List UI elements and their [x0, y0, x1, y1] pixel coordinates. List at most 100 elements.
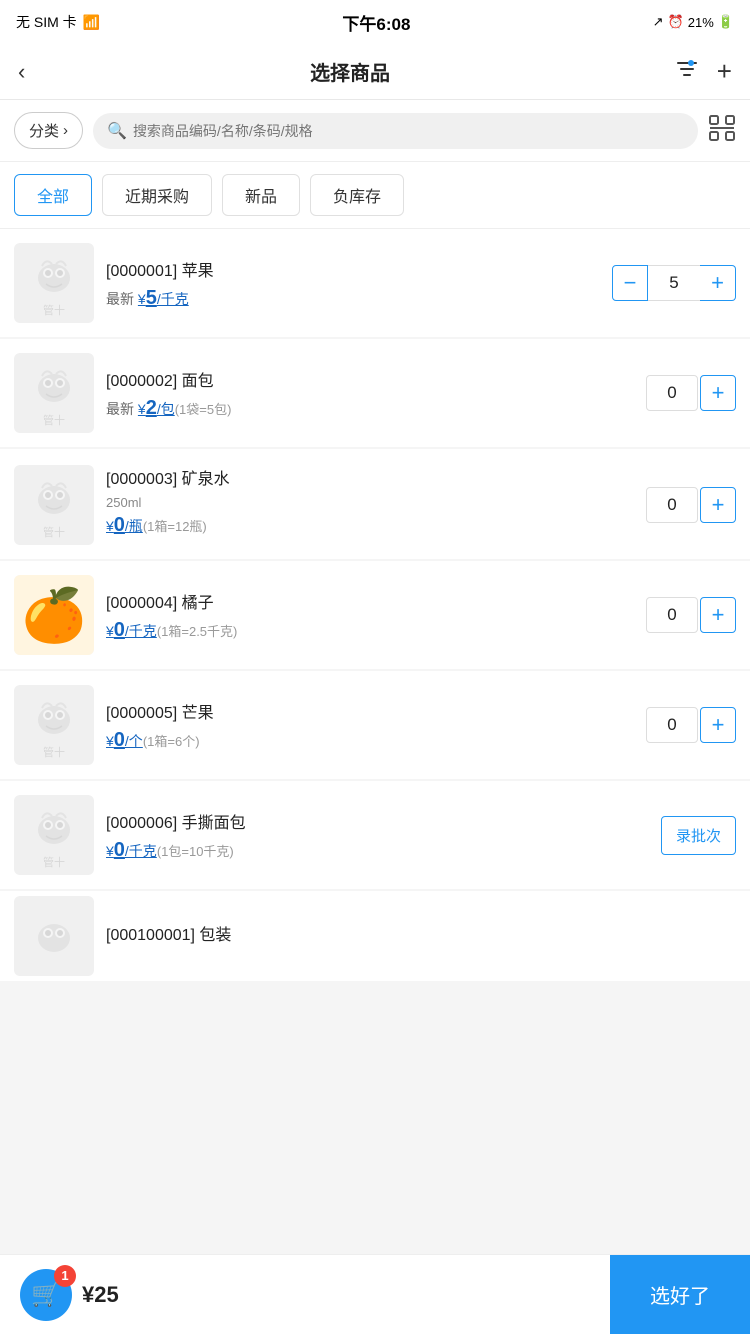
- price-value: 0: [114, 514, 125, 536]
- price-label: 最新: [106, 291, 138, 307]
- qty-input[interactable]: [646, 707, 698, 743]
- product-list: 管十 [0000001] 苹果 最新 ¥5/千克 − +: [0, 229, 750, 981]
- product-price: ¥0/个(1箱=6个): [106, 729, 634, 752]
- product-spec: 250ml: [106, 495, 634, 510]
- status-left: 无 SIM 卡 📶: [16, 12, 100, 32]
- search-input[interactable]: [133, 123, 684, 139]
- increase-button[interactable]: +: [700, 265, 736, 301]
- status-right: ↗ ⏰ 21% 🔋: [653, 14, 734, 30]
- product-image-0000006: 管十: [14, 795, 94, 875]
- product-price: ¥0/千克(1箱=2.5千克): [106, 619, 634, 642]
- product-info-0000004: [0000004] 橘子 ¥0/千克(1箱=2.5千克): [106, 589, 634, 642]
- product-image-0000003: 管十: [14, 465, 94, 545]
- product-name: [0000004] 橘子: [106, 589, 634, 613]
- product-item: 🍊 [0000004] 橘子 ¥0/千克(1箱=2.5千克) +: [0, 561, 750, 669]
- product-info-0000002: [0000002] 面包 最新 ¥2/包(1袋=5包): [106, 367, 634, 420]
- product-price: 最新 ¥5/千克: [106, 287, 600, 310]
- category-button[interactable]: 分类 ›: [14, 112, 83, 149]
- product-info-0000001: [0000001] 苹果 最新 ¥5/千克: [106, 257, 600, 310]
- cart-total: ¥25: [82, 1282, 119, 1308]
- search-icon: 🔍: [107, 121, 127, 141]
- qty-control-0000001: − +: [612, 265, 736, 301]
- product-info-partial: [000100001] 包装: [106, 921, 736, 951]
- scan-icon[interactable]: [708, 114, 736, 148]
- add-button[interactable]: +: [717, 56, 732, 87]
- batch-button[interactable]: 录批次: [661, 816, 736, 855]
- product-image-0000002: 管十: [14, 353, 94, 433]
- product-image-0000004: 🍊: [14, 575, 94, 655]
- product-image-0000005: 管十: [14, 685, 94, 765]
- back-button[interactable]: ‹: [18, 59, 25, 85]
- bottom-bar: 🛒 1 ¥25 选好了: [0, 1254, 750, 1334]
- confirm-button[interactable]: 选好了: [610, 1255, 750, 1334]
- qty-control-0000005: +: [646, 707, 736, 743]
- product-info-0000005: [0000005] 芒果 ¥0/个(1箱=6个): [106, 699, 634, 752]
- product-item: [000100001] 包装: [0, 891, 750, 981]
- decrease-button[interactable]: −: [612, 265, 648, 301]
- product-price: ¥0/千克(1包=10千克): [106, 839, 649, 862]
- filter-row: 分类 › 🔍: [0, 100, 750, 162]
- product-name: [0000001] 苹果: [106, 257, 600, 281]
- status-bar: 无 SIM 卡 📶 下午6:08 ↗ ⏰ 21% 🔋: [0, 0, 750, 44]
- product-info-0000003: [0000003] 矿泉水 250ml ¥0/瓶(1箱=12瓶): [106, 465, 634, 537]
- placeholder-image: 管十: [30, 358, 78, 429]
- carrier-text: 无 SIM 卡: [16, 12, 77, 32]
- qty-input[interactable]: [646, 375, 698, 411]
- increase-button[interactable]: +: [700, 375, 736, 411]
- nav-bar: ‹ 选择商品 +: [0, 44, 750, 100]
- product-name: [000100001] 包装: [106, 921, 736, 945]
- orange-image: 🍊: [22, 585, 87, 646]
- product-price: ¥0/瓶(1箱=12瓶): [106, 514, 634, 537]
- tab-recent[interactable]: 近期采购: [102, 174, 212, 216]
- qty-control-0000003: +: [646, 487, 736, 523]
- battery-icon: 🔋: [718, 14, 734, 30]
- price-symbol: ¥: [138, 291, 146, 307]
- increase-button[interactable]: +: [700, 707, 736, 743]
- placeholder-image: 管十: [30, 800, 78, 871]
- search-box: 🔍: [93, 113, 698, 149]
- qty-control-0000002: +: [646, 375, 736, 411]
- qty-control-0000004: +: [646, 597, 736, 633]
- category-label: 分类: [29, 120, 59, 141]
- tabs-row: 全部 近期采购 新品 负库存: [0, 162, 750, 229]
- tab-new[interactable]: 新品: [222, 174, 300, 216]
- price-unit: /千克: [157, 291, 189, 307]
- alarm-icon: ⏰: [668, 14, 684, 30]
- increase-button[interactable]: +: [700, 487, 736, 523]
- qty-control-0000006: 录批次: [661, 816, 736, 855]
- page-title: 选择商品: [310, 57, 390, 86]
- battery-text: 21%: [688, 15, 714, 30]
- qty-input[interactable]: [646, 487, 698, 523]
- nav-left: ‹: [18, 59, 25, 85]
- product-name: [0000006] 手撕面包: [106, 809, 649, 833]
- time-display: 下午6:08: [342, 10, 410, 35]
- product-name: [0000002] 面包: [106, 367, 634, 391]
- placeholder-image: 管十: [30, 690, 78, 761]
- qty-input[interactable]: [648, 265, 700, 301]
- placeholder-image: 管十: [30, 248, 78, 319]
- cart-icon: 🛒: [31, 1280, 61, 1309]
- price-value: 2: [146, 397, 157, 419]
- product-image-0000001: 管十: [14, 243, 94, 323]
- product-item: 管十 [0000006] 手撕面包 ¥0/千克(1包=10千克) 录批次: [0, 781, 750, 889]
- category-arrow: ›: [63, 122, 68, 139]
- product-info-0000006: [0000006] 手撕面包 ¥0/千克(1包=10千克): [106, 809, 649, 862]
- cart-badge: 1: [54, 1265, 76, 1287]
- filter-icon[interactable]: [675, 58, 699, 86]
- product-item: 管十 [0000005] 芒果 ¥0/个(1箱=6个) +: [0, 671, 750, 779]
- product-name: [0000003] 矿泉水: [106, 465, 634, 489]
- location-icon: ↗: [653, 14, 664, 30]
- product-item: 管十 [0000002] 面包 最新 ¥2/包(1袋=5包) +: [0, 339, 750, 447]
- product-image-partial: [14, 896, 94, 976]
- product-name: [0000005] 芒果: [106, 699, 634, 723]
- product-price: 最新 ¥2/包(1袋=5包): [106, 397, 634, 420]
- cart-icon-button[interactable]: 🛒 1: [20, 1269, 72, 1321]
- qty-input[interactable]: [646, 597, 698, 633]
- tab-all[interactable]: 全部: [14, 174, 92, 216]
- increase-button[interactable]: +: [700, 597, 736, 633]
- product-item: 管十 [0000003] 矿泉水 250ml ¥0/瓶(1箱=12瓶) +: [0, 449, 750, 559]
- price-value: 5: [146, 287, 157, 309]
- tab-negative[interactable]: 负库存: [310, 174, 404, 216]
- placeholder-image: [30, 908, 78, 964]
- cart-section: 🛒 1 ¥25: [0, 1269, 610, 1321]
